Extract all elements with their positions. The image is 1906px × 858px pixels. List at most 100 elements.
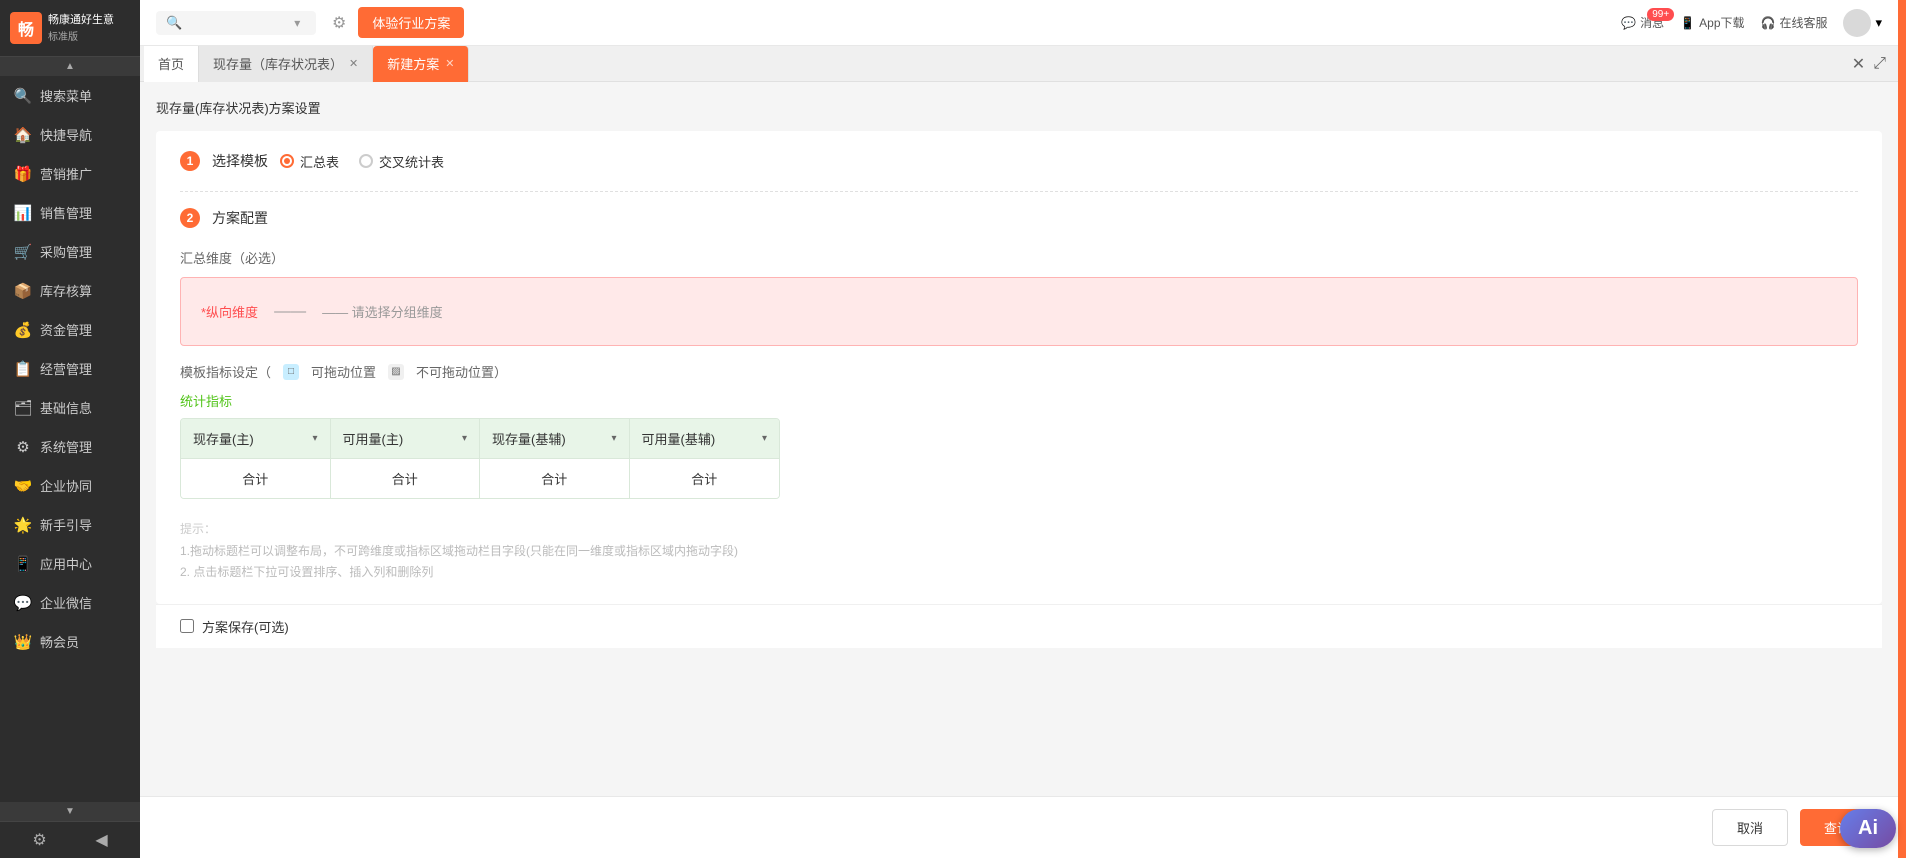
chevron-down-icon: ▾ bbox=[1875, 15, 1882, 31]
save-label: 方案保存(可选) bbox=[202, 617, 289, 636]
app-edition: 标准版 bbox=[48, 28, 114, 43]
sidebar-item-operations[interactable]: 📋 经营管理 bbox=[0, 349, 140, 388]
tab-close-all-btn[interactable]: ✕ bbox=[1852, 54, 1865, 74]
sidebar-item-label: 应用中心 bbox=[40, 554, 92, 573]
tab-maximize-btn[interactable]: ⤢ bbox=[1873, 54, 1886, 74]
sidebar-item-marketing[interactable]: 🎁 营销推广 bbox=[0, 154, 140, 193]
sidebar-item-basic-info[interactable]: 🗂 基础信息 bbox=[0, 388, 140, 427]
sidebar-item-label: 企业微信 bbox=[40, 593, 92, 612]
tab-new-scheme-close-icon[interactable]: ✕ bbox=[445, 57, 454, 70]
dim-placeholder-text: —— 请选择分组维度 bbox=[322, 302, 443, 321]
service-icon: 🎧 bbox=[1761, 16, 1776, 30]
enterprise-icon: 🤝 bbox=[14, 477, 32, 495]
quick-nav-icon: 🏠 bbox=[14, 126, 32, 144]
sidebar-scroll-down[interactable]: ▼ bbox=[0, 802, 140, 821]
dim-required-text: *纵向维度 bbox=[201, 302, 258, 321]
topbar-gear-icon[interactable]: ⚙ bbox=[332, 13, 346, 33]
sidebar-item-search-menu[interactable]: 🔍 搜索菜单 bbox=[0, 76, 140, 115]
topbar-user[interactable]: ▾ bbox=[1843, 9, 1882, 37]
col-header-0[interactable]: 现存量(主) ▾ bbox=[181, 419, 331, 458]
sidebar-item-label: 快捷导航 bbox=[40, 125, 92, 144]
col-chevron-0[interactable]: ▾ bbox=[312, 433, 317, 444]
tab-home[interactable]: 首页 bbox=[144, 46, 199, 82]
sidebar-item-app-center[interactable]: 📱 应用中心 bbox=[0, 544, 140, 583]
sidebar-item-label: 基础信息 bbox=[40, 398, 92, 417]
sidebar-footer: ⚙ ◀ bbox=[0, 821, 140, 858]
step1-row: 1 选择模板 汇总表 交叉统计表 bbox=[180, 151, 1858, 171]
col-header-2[interactable]: 现存量(基辅) ▾ bbox=[480, 419, 630, 458]
enterprise-wx-icon: 💬 bbox=[14, 594, 32, 612]
tips-item-1: 2. 点击标题栏下拉可设置排序、插入列和删除列 bbox=[180, 562, 1858, 584]
sidebar-scroll-up[interactable]: ▲ bbox=[0, 57, 140, 76]
stats-cell-0: 合计 bbox=[181, 459, 331, 498]
col-header-3[interactable]: 可用量(基辅) ▾ bbox=[630, 419, 780, 458]
col-label-3: 可用量(基辅) bbox=[642, 429, 716, 448]
topbar-msg[interactable]: 💬 消息 99+ bbox=[1621, 14, 1664, 31]
radio-summary[interactable]: 汇总表 bbox=[280, 152, 339, 171]
ai-badge[interactable]: Ai bbox=[1840, 809, 1896, 848]
app-label: App下载 bbox=[1699, 14, 1744, 31]
finance-icon: 💰 bbox=[14, 321, 32, 339]
radio-cross[interactable]: 交叉统计表 bbox=[359, 152, 444, 171]
topbar: 🔍 ▾ ⚙ 体验行业方案 💬 消息 99+ 📱 App下载 🎧 在线客服 ▾ bbox=[140, 0, 1898, 46]
sidebar-item-inventory[interactable]: 📦 库存核算 bbox=[0, 271, 140, 310]
scheme-config-card: 1 选择模板 汇总表 交叉统计表 2 方案配置 bbox=[156, 131, 1882, 604]
tab-inventory-label: 现存量（库存状况表） bbox=[213, 54, 343, 73]
search-dropdown-icon[interactable]: ▾ bbox=[294, 16, 300, 30]
sidebar-item-enterprise[interactable]: 🤝 企业协同 bbox=[0, 466, 140, 505]
sidebar-item-label: 系统管理 bbox=[40, 437, 92, 456]
search-menu-icon: 🔍 bbox=[14, 87, 32, 105]
tabs-actions: ✕ ⤢ bbox=[1852, 54, 1894, 74]
main-area: 🔍 ▾ ⚙ 体验行业方案 💬 消息 99+ 📱 App下载 🎧 在线客服 ▾ bbox=[140, 0, 1898, 858]
content-area: 现存量(库存状况表)方案设置 1 选择模板 汇总表 交叉统计表 bbox=[140, 82, 1898, 796]
page-title: 现存量(库存状况表)方案设置 bbox=[156, 98, 1882, 117]
topbar-service[interactable]: 🎧 在线客服 bbox=[1761, 14, 1828, 31]
radio-summary-dot bbox=[280, 154, 294, 168]
col-chevron-2[interactable]: ▾ bbox=[611, 433, 616, 444]
sidebar-item-new-guide[interactable]: 🌟 新手引导 bbox=[0, 505, 140, 544]
search-input[interactable] bbox=[188, 16, 288, 30]
tips-title: 提示： bbox=[180, 522, 216, 536]
search-icon: 🔍 bbox=[166, 15, 182, 31]
stats-table-row: 合计 合计 合计 合计 bbox=[181, 458, 779, 498]
tips-section: 提示： 1.拖动标题栏可以调整布局，不可跨维度或指标区域拖动栏目字段(只能在同一… bbox=[180, 519, 1858, 584]
tips-item-0: 1.拖动标题栏可以调整布局，不可跨维度或指标区域拖动栏目字段(只能在同一维度或指… bbox=[180, 541, 1858, 563]
basic-info-icon: 🗂 bbox=[14, 399, 32, 417]
sidebar-item-system[interactable]: ⚙ 系统管理 bbox=[0, 427, 140, 466]
industry-btn[interactable]: 体验行业方案 bbox=[358, 7, 464, 38]
sidebar-item-sales[interactable]: 📊 销售管理 bbox=[0, 193, 140, 232]
footer-btns: 取消 查询 bbox=[140, 796, 1898, 858]
sidebar-item-label: 采购管理 bbox=[40, 242, 92, 261]
new-guide-icon: 🌟 bbox=[14, 516, 32, 534]
save-checkbox[interactable] bbox=[180, 619, 194, 633]
sidebar-item-purchase[interactable]: 🛒 采购管理 bbox=[0, 232, 140, 271]
avatar bbox=[1843, 9, 1871, 37]
col-label-2: 现存量(基辅) bbox=[492, 429, 566, 448]
tabs-bar: 首页 现存量（库存状况表） ✕ 新建方案 ✕ ✕ ⤢ bbox=[140, 46, 1898, 82]
collapse-icon[interactable]: ◀ bbox=[95, 830, 107, 850]
sidebar-item-member[interactable]: 👑 畅会员 bbox=[0, 622, 140, 661]
sidebar-item-label: 新手引导 bbox=[40, 515, 92, 534]
dimension-box[interactable]: *纵向维度 —— —— 请选择分组维度 bbox=[180, 277, 1858, 346]
sidebar-item-label: 库存核算 bbox=[40, 281, 92, 300]
tab-new-scheme[interactable]: 新建方案 ✕ bbox=[373, 46, 469, 82]
col-header-1[interactable]: 可用量(主) ▾ bbox=[331, 419, 481, 458]
sidebar-item-quick-nav[interactable]: 🏠 快捷导航 bbox=[0, 115, 140, 154]
tab-inventory-status[interactable]: 现存量（库存状况表） ✕ bbox=[199, 46, 373, 82]
stats-label: 统计指标 bbox=[180, 391, 1858, 410]
col-chevron-1[interactable]: ▾ bbox=[462, 433, 467, 444]
topbar-search[interactable]: 🔍 ▾ bbox=[156, 11, 316, 35]
sidebar-item-enterprise-wx[interactable]: 💬 企业微信 bbox=[0, 583, 140, 622]
message-icon: 💬 bbox=[1621, 16, 1636, 30]
sidebar-item-label: 搜索菜单 bbox=[40, 86, 92, 105]
col-chevron-3[interactable]: ▾ bbox=[762, 433, 767, 444]
settings-icon[interactable]: ⚙ bbox=[32, 830, 46, 850]
indicator-label-row: 模板指标设定（ □ 可拖动位置 ▨ 不可拖动位置） bbox=[180, 362, 1858, 381]
stats-table: 现存量(主) ▾ 可用量(主) ▾ 现存量(基辅) ▾ 可用量(基辅) bbox=[180, 418, 780, 499]
tab-inventory-close-icon[interactable]: ✕ bbox=[349, 57, 358, 70]
template-radio-group: 汇总表 交叉统计表 bbox=[280, 152, 444, 171]
cancel-button[interactable]: 取消 bbox=[1712, 809, 1788, 846]
sidebar-item-finance[interactable]: 💰 资金管理 bbox=[0, 310, 140, 349]
topbar-app[interactable]: 📱 App下载 bbox=[1680, 14, 1744, 31]
stats-cell-3: 合计 bbox=[630, 459, 780, 498]
